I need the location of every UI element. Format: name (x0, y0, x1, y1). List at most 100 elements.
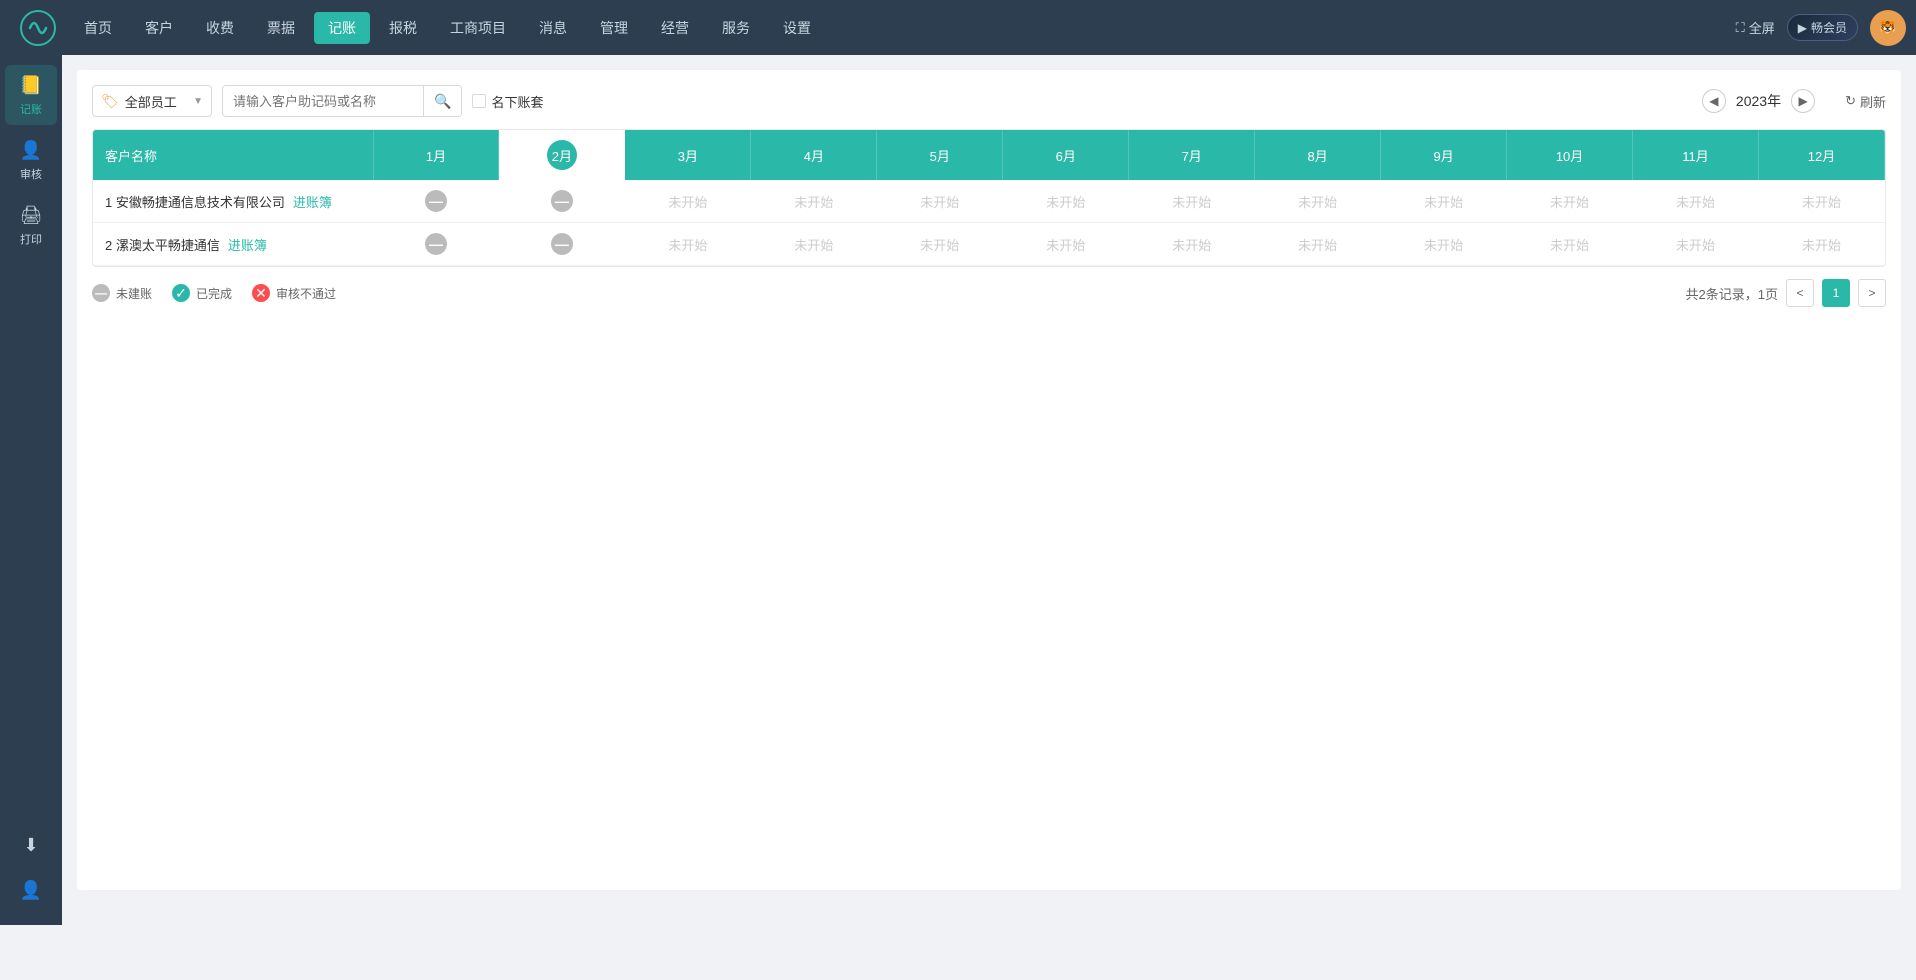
sidebar-item-download[interactable]: ⬇ (5, 825, 57, 865)
month-cell-1[interactable]: — (373, 223, 499, 266)
month-cell-4[interactable]: 未开始 (751, 223, 877, 266)
status-dash-icon: — (425, 190, 447, 212)
data-table: 客户名称 1月 2月 3月 4月 5月 6月 7月 8月 9月 (93, 130, 1885, 266)
nav-business[interactable]: 工商项目 (436, 12, 520, 44)
vip-button[interactable]: ▶ 畅会员 (1787, 14, 1858, 41)
fullscreen-button[interactable]: ⛶ 全屏 (1736, 18, 1775, 37)
sidebar-item-audit[interactable]: 👤 审核 (5, 130, 57, 190)
search-input[interactable] (223, 94, 423, 109)
employee-select-icon: 🏷 (101, 93, 119, 110)
prev-page-button[interactable]: < (1786, 279, 1814, 307)
search-button[interactable]: 🔍 (423, 86, 461, 116)
audit-icon: 👤 (19, 138, 43, 162)
month-cell-7[interactable]: 未开始 (1129, 223, 1255, 266)
app-logo (10, 10, 65, 46)
not-started-text: 未开始 (1172, 238, 1211, 253)
sidebar-item-bookkeeping[interactable]: 📒 记账 (5, 65, 57, 125)
client-name-cell: 1 安徽畅捷通信息技术有限公司进账簿 (93, 180, 373, 223)
not-started-text: 未开始 (1424, 238, 1463, 253)
not-started-text: 未开始 (1676, 195, 1715, 210)
refresh-button[interactable]: ↻ 刷新 (1845, 92, 1886, 111)
nav-customer[interactable]: 客户 (131, 12, 187, 44)
search-icon: 🔍 (434, 93, 451, 109)
month-cell-11[interactable]: 未开始 (1633, 180, 1759, 223)
nav-operation[interactable]: 经营 (647, 12, 703, 44)
not-started-text: 未开始 (1172, 195, 1211, 210)
not-started-text: 未开始 (794, 195, 833, 210)
col-jun-header: 6月 (1003, 130, 1129, 180)
month-cell-3[interactable]: 未开始 (625, 180, 751, 223)
month-cell-6[interactable]: 未开始 (1003, 223, 1129, 266)
month-cell-10[interactable]: 未开始 (1507, 180, 1633, 223)
status-dash-icon: — (425, 233, 447, 255)
month-cell-3[interactable]: 未开始 (625, 223, 751, 266)
enter-ledger-link[interactable]: 进账簿 (293, 195, 332, 210)
enter-ledger-link[interactable]: 进账簿 (228, 238, 267, 253)
nav-menu: 首页 客户 收费 票据 记账 报税 工商项目 消息 管理 经营 服务 设置 (70, 12, 1736, 44)
nav-tax[interactable]: 报税 (375, 12, 431, 44)
table-scroll[interactable]: 客户名称 1月 2月 3月 4月 5月 6月 7月 8月 9月 (93, 130, 1885, 266)
nav-fee[interactable]: 收费 (192, 12, 248, 44)
year-display: 2023年 (1736, 91, 1781, 111)
user-avatar[interactable]: 🐯 (1870, 10, 1906, 46)
employee-select[interactable]: 🏷 全部员工 ▼ (92, 85, 212, 117)
month-cell-8[interactable]: 未开始 (1255, 180, 1381, 223)
month-cell-2[interactable]: — (499, 223, 625, 266)
col-aug-header: 8月 (1255, 130, 1381, 180)
legend-failed-icon: ✕ (252, 284, 270, 302)
month-cell-7[interactable]: 未开始 (1129, 180, 1255, 223)
not-started-text: 未开始 (1298, 238, 1337, 253)
col-jul-header: 7月 (1129, 130, 1255, 180)
nav-home[interactable]: 首页 (70, 12, 126, 44)
table-row: 2 漯澳太平畅捷通信进账簿——未开始未开始未开始未开始未开始未开始未开始未开始未… (93, 223, 1885, 266)
col-dec-header: 12月 (1758, 130, 1884, 180)
nav-message[interactable]: 消息 (525, 12, 581, 44)
month-cell-5[interactable]: 未开始 (877, 223, 1003, 266)
month-cell-2[interactable]: — (499, 180, 625, 223)
col-mar-header: 3月 (625, 130, 751, 180)
month-cell-10[interactable]: 未开始 (1507, 223, 1633, 266)
nav-invoice[interactable]: 票据 (253, 12, 309, 44)
legend-not-built: — 未建账 (92, 284, 152, 302)
month-cell-12[interactable]: 未开始 (1758, 223, 1884, 266)
my-accounts-label: 名下账套 (491, 92, 543, 111)
total-records: 共2条记录，1页 (1686, 284, 1778, 303)
next-year-button[interactable]: ▶ (1791, 89, 1815, 113)
my-accounts-checkbox-wrap[interactable]: 名下账套 (472, 92, 543, 111)
pagination: 共2条记录，1页 < 1 > (1686, 279, 1886, 307)
current-month-circle: 2月 (547, 140, 577, 170)
bookkeeping-icon: 📒 (19, 73, 43, 97)
month-cell-11[interactable]: 未开始 (1633, 223, 1759, 266)
client-name-cell: 2 漯澳太平畅捷通信进账簿 (93, 223, 373, 266)
not-started-text: 未开始 (668, 238, 707, 253)
legend-completed: ✓ 已完成 (172, 284, 232, 302)
prev-page-icon: < (1796, 286, 1803, 300)
month-cell-9[interactable]: 未开始 (1381, 180, 1507, 223)
col-may-header: 5月 (877, 130, 1003, 180)
month-cell-5[interactable]: 未开始 (877, 180, 1003, 223)
prev-year-button[interactable]: ◀ (1702, 89, 1726, 113)
nav-manage[interactable]: 管理 (586, 12, 642, 44)
next-page-button[interactable]: > (1858, 279, 1886, 307)
not-started-text: 未开始 (1802, 195, 1841, 210)
month-cell-8[interactable]: 未开始 (1255, 223, 1381, 266)
my-accounts-checkbox[interactable] (472, 94, 486, 108)
refresh-icon: ↻ (1845, 93, 1856, 109)
toolbar: 🏷 全部员工 ▼ 🔍 名下账套 ◀ 2023年 ▶ (92, 85, 1886, 117)
month-cell-6[interactable]: 未开始 (1003, 180, 1129, 223)
col-sep-header: 9月 (1381, 130, 1507, 180)
sidebar-item-print[interactable]: 🖨 打印 (5, 195, 57, 255)
month-cell-9[interactable]: 未开始 (1381, 223, 1507, 266)
month-cell-12[interactable]: 未开始 (1758, 180, 1884, 223)
nav-bookkeeping[interactable]: 记账 (314, 12, 370, 44)
month-cell-4[interactable]: 未开始 (751, 180, 877, 223)
not-started-text: 未开始 (1298, 195, 1337, 210)
current-page-button[interactable]: 1 (1822, 279, 1850, 307)
month-cell-1[interactable]: — (373, 180, 499, 223)
vip-icon: ▶ (1798, 21, 1807, 35)
nav-settings[interactable]: 设置 (769, 12, 825, 44)
col-client-header: 客户名称 (93, 130, 373, 180)
nav-service[interactable]: 服务 (708, 12, 764, 44)
employee-select-arrow-icon: ▼ (193, 96, 203, 107)
sidebar-item-user[interactable]: 👤 (5, 870, 57, 910)
